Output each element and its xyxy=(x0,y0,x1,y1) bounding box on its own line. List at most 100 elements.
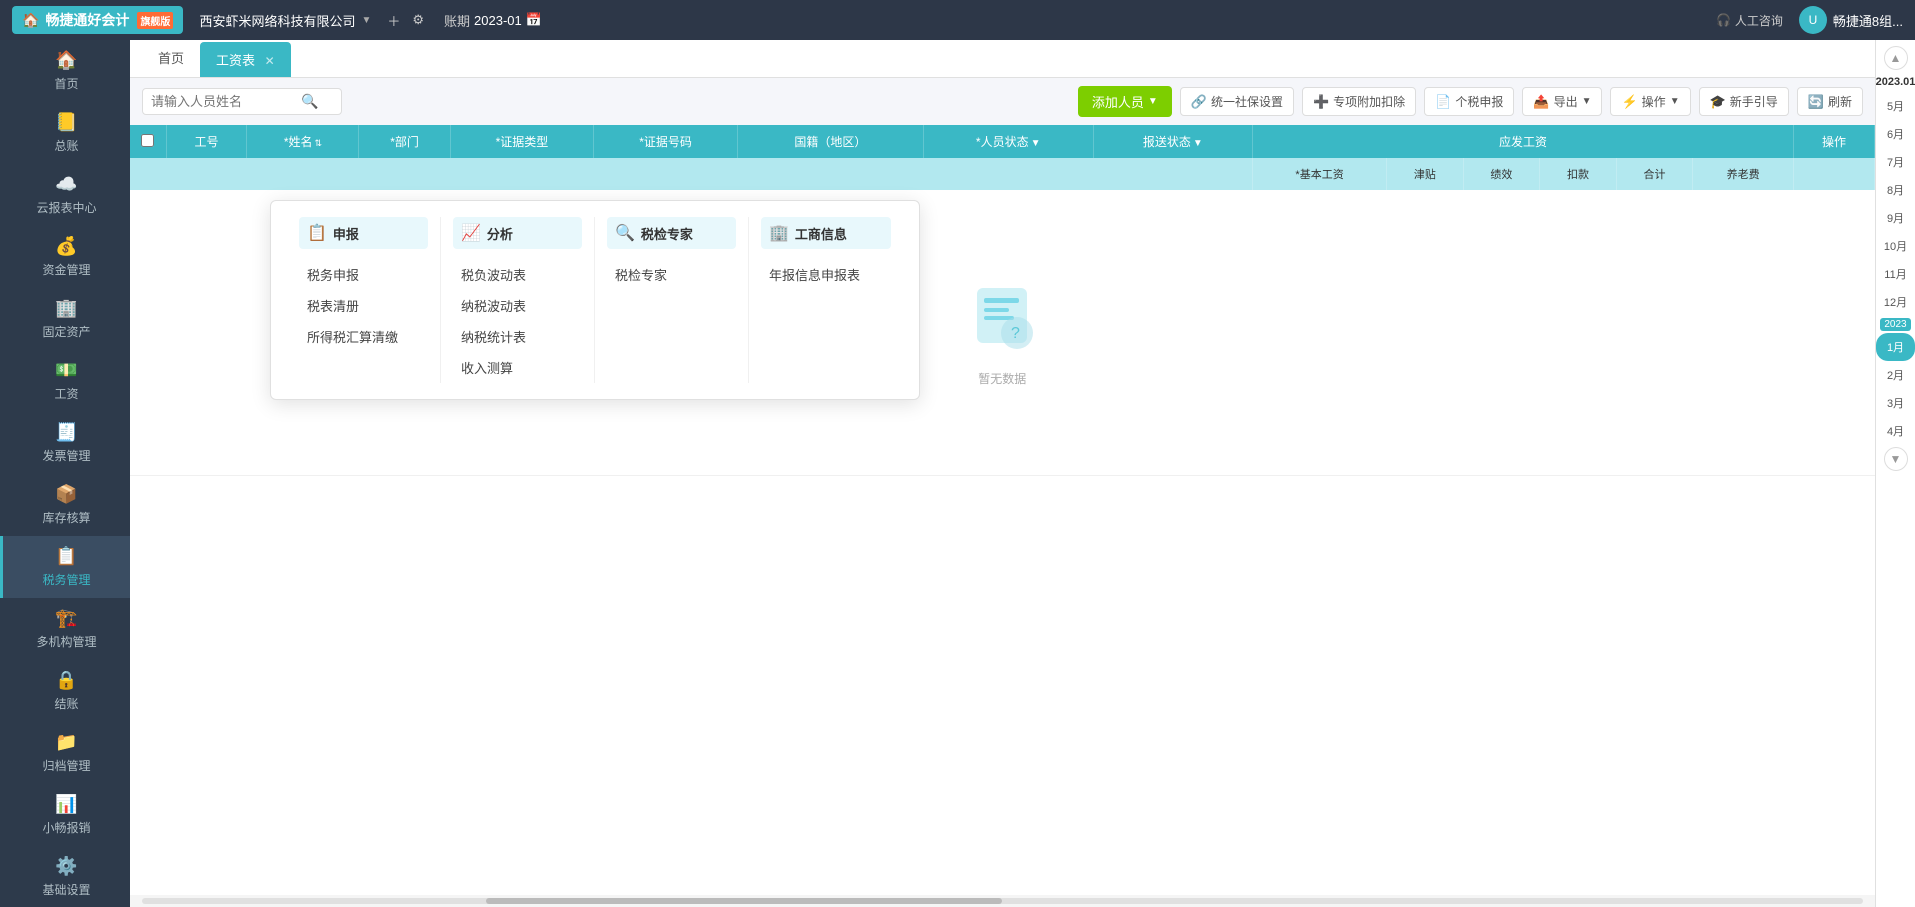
dropdown-item-tax-wave[interactable]: 税负波动表 xyxy=(453,259,582,290)
sidebar-label-funds: 资金管理 xyxy=(42,261,90,278)
refresh-label: 刷新 xyxy=(1828,93,1852,110)
sidebar-label-invoice: 发票管理 xyxy=(42,447,90,464)
income-clear-item-label: 所得税汇算清缴 xyxy=(307,330,398,345)
month-7[interactable]: 7月 xyxy=(1876,148,1915,176)
refresh-btn[interactable]: 🔄 刷新 xyxy=(1797,87,1863,116)
month-8[interactable]: 8月 xyxy=(1876,176,1915,204)
analysis-icon: 📈 xyxy=(461,223,481,243)
sidebar-item-settings[interactable]: ⚙️ 基础设置 xyxy=(0,846,130,907)
tab-salary[interactable]: 工资表 ✕ xyxy=(200,42,291,77)
month-3[interactable]: 3月 xyxy=(1876,389,1915,417)
dropdown-item-tax-stat[interactable]: 纳税统计表 xyxy=(453,321,582,352)
search-box[interactable]: 🔍 xyxy=(142,88,342,115)
user-area[interactable]: U 畅捷通8组... xyxy=(1799,6,1903,34)
tax-report-btn[interactable]: 📄 个税申报 xyxy=(1424,87,1514,116)
sidebar-label-home: 首页 xyxy=(54,75,78,92)
sidebar-item-close[interactable]: 🔒 结账 xyxy=(0,660,130,722)
sidebar-item-invoice[interactable]: 🧾 发票管理 xyxy=(0,412,130,474)
select-all-checkbox[interactable] xyxy=(141,134,154,147)
add-company-icon[interactable]: ＋ xyxy=(387,11,400,30)
main-layout: 🏠 首页 📒 总账 ☁️ 云报表中心 💰 资金管理 🏢 固定资产 💵 工资 🧾 … xyxy=(0,40,1915,907)
sidebar-item-home[interactable]: 🏠 首页 xyxy=(0,40,130,102)
tax-stat-label: 纳税统计表 xyxy=(461,330,526,345)
sidebar-label-ledger: 总账 xyxy=(54,137,78,154)
company-selector[interactable]: 西安虾米网络科技有限公司 ▼ xyxy=(199,11,371,30)
multi-icon: 🏗️ xyxy=(55,608,77,629)
gear-icon: ⚙️ xyxy=(55,856,77,877)
sidebar-item-ledger[interactable]: 📒 总账 xyxy=(0,102,130,164)
ledger-icon: 📒 xyxy=(55,112,77,133)
sidebar-item-report[interactable]: 📊 小畅报销 xyxy=(0,784,130,846)
settings-icon[interactable]: ⚙ xyxy=(412,12,424,28)
header-status[interactable]: *人员状态▼ xyxy=(923,125,1093,158)
header-idnum: *证据号码 xyxy=(594,125,738,158)
dropdown-item-pay-wave[interactable]: 纳税波动表 xyxy=(453,290,582,321)
action-btn[interactable]: ⚡ 操作 ▼ xyxy=(1610,87,1690,116)
add-person-button[interactable]: 添加人员 ▼ xyxy=(1078,86,1172,117)
dropdown-item-income-calc[interactable]: 收入测算 xyxy=(453,352,582,383)
sidebar-item-salary[interactable]: 💵 工资 xyxy=(0,350,130,412)
income-calc-label: 收入测算 xyxy=(461,361,513,376)
tab-home-label: 首页 xyxy=(158,51,184,66)
nav-down-arrow[interactable]: ▼ xyxy=(1884,447,1908,471)
export-btn[interactable]: 📤 导出 ▼ xyxy=(1522,87,1602,116)
sidebar-item-inventory[interactable]: 📦 库存核算 xyxy=(0,474,130,536)
dropdown-item-tax-table[interactable]: 税表清册 xyxy=(299,290,428,321)
dropdown-item-tax-report[interactable]: 税务申报 xyxy=(299,259,428,290)
month-9[interactable]: 9月 xyxy=(1876,204,1915,232)
month-2[interactable]: 2月 xyxy=(1876,361,1915,389)
header-operation-label: 操作 xyxy=(1822,135,1846,149)
tab-home[interactable]: 首页 xyxy=(142,40,200,77)
guide-btn[interactable]: 🎓 新手引导 xyxy=(1699,87,1789,116)
month-12[interactable]: 12月 xyxy=(1876,288,1915,316)
tab-salary-label: 工资表 xyxy=(216,53,255,68)
send-filter-icon[interactable]: ▼ xyxy=(1193,138,1203,149)
sub-header-total: 合计 xyxy=(1616,158,1693,190)
bottom-scrollbar[interactable] xyxy=(130,895,1875,907)
app-logo[interactable]: 🏠 畅捷通好会计 旗舰版 xyxy=(12,6,183,34)
search-icon[interactable]: 🔍 xyxy=(301,93,318,110)
tax-report-label: 个税申报 xyxy=(1455,93,1503,110)
year-2023-label-top: 2023.01 xyxy=(1875,72,1915,92)
header-idtype: *证据类型 xyxy=(450,125,594,158)
sidebar-item-cloud[interactable]: ☁️ 云报表中心 xyxy=(0,164,130,226)
tax-wave-label: 税负波动表 xyxy=(461,268,526,283)
deduct-btn[interactable]: ➕ 专项附加扣除 xyxy=(1302,87,1416,116)
calendar-icon[interactable]: 📅 xyxy=(526,12,542,28)
service-btn[interactable]: 🎧 人工咨询 xyxy=(1716,12,1783,29)
search-input[interactable] xyxy=(151,94,301,109)
month-1[interactable]: 1月 xyxy=(1876,333,1915,361)
sidebar-item-archive[interactable]: 📁 归档管理 xyxy=(0,722,130,784)
dropdown-item-income-clear[interactable]: 所得税汇算清缴 xyxy=(299,321,428,352)
social-insurance-btn[interactable]: 🔗 统一社保设置 xyxy=(1180,87,1294,116)
month-11[interactable]: 11月 xyxy=(1876,260,1915,288)
biz-icon: 🏢 xyxy=(769,223,789,243)
period-label: 账期 xyxy=(444,11,470,30)
logo-icon: 🏠 xyxy=(22,12,39,29)
month-6[interactable]: 6月 xyxy=(1876,120,1915,148)
month-4[interactable]: 4月 xyxy=(1876,417,1915,445)
month-10[interactable]: 10月 xyxy=(1876,232,1915,260)
sidebar-item-tax[interactable]: 📋 税务管理 xyxy=(0,536,130,598)
nav-up-arrow[interactable]: ▲ xyxy=(1884,46,1908,70)
declare-icon: 📋 xyxy=(307,223,327,243)
sidebar-item-assets[interactable]: 🏢 固定资产 xyxy=(0,288,130,350)
header-checkbox[interactable] xyxy=(130,125,166,158)
header-name[interactable]: *姓名⇅ xyxy=(247,125,359,158)
tab-close-icon[interactable]: ✕ xyxy=(265,54,275,68)
cloud-icon: ☁️ xyxy=(55,174,77,195)
dropdown-item-annual[interactable]: 年报信息申报表 xyxy=(761,259,891,290)
scrollbar-track[interactable] xyxy=(142,898,1863,904)
header-idtype-label: *证据类型 xyxy=(496,135,549,149)
add-chevron-icon: ▼ xyxy=(1148,96,1158,107)
guide-btn-label: 新手引导 xyxy=(1730,93,1778,110)
declare-section-title: 📋 申报 xyxy=(299,217,428,249)
sidebar-item-multi[interactable]: 🏗️ 多机构管理 xyxy=(0,598,130,660)
header-send[interactable]: 报送状态▼ xyxy=(1093,125,1253,158)
sidebar-item-funds[interactable]: 💰 资金管理 xyxy=(0,226,130,288)
month-5[interactable]: 5月 xyxy=(1876,92,1915,120)
status-filter-icon[interactable]: ▼ xyxy=(1031,138,1041,149)
dropdown-item-expert[interactable]: 税检专家 xyxy=(607,259,736,290)
scrollbar-thumb[interactable] xyxy=(486,898,1002,904)
company-chevron-icon: ▼ xyxy=(361,15,371,26)
